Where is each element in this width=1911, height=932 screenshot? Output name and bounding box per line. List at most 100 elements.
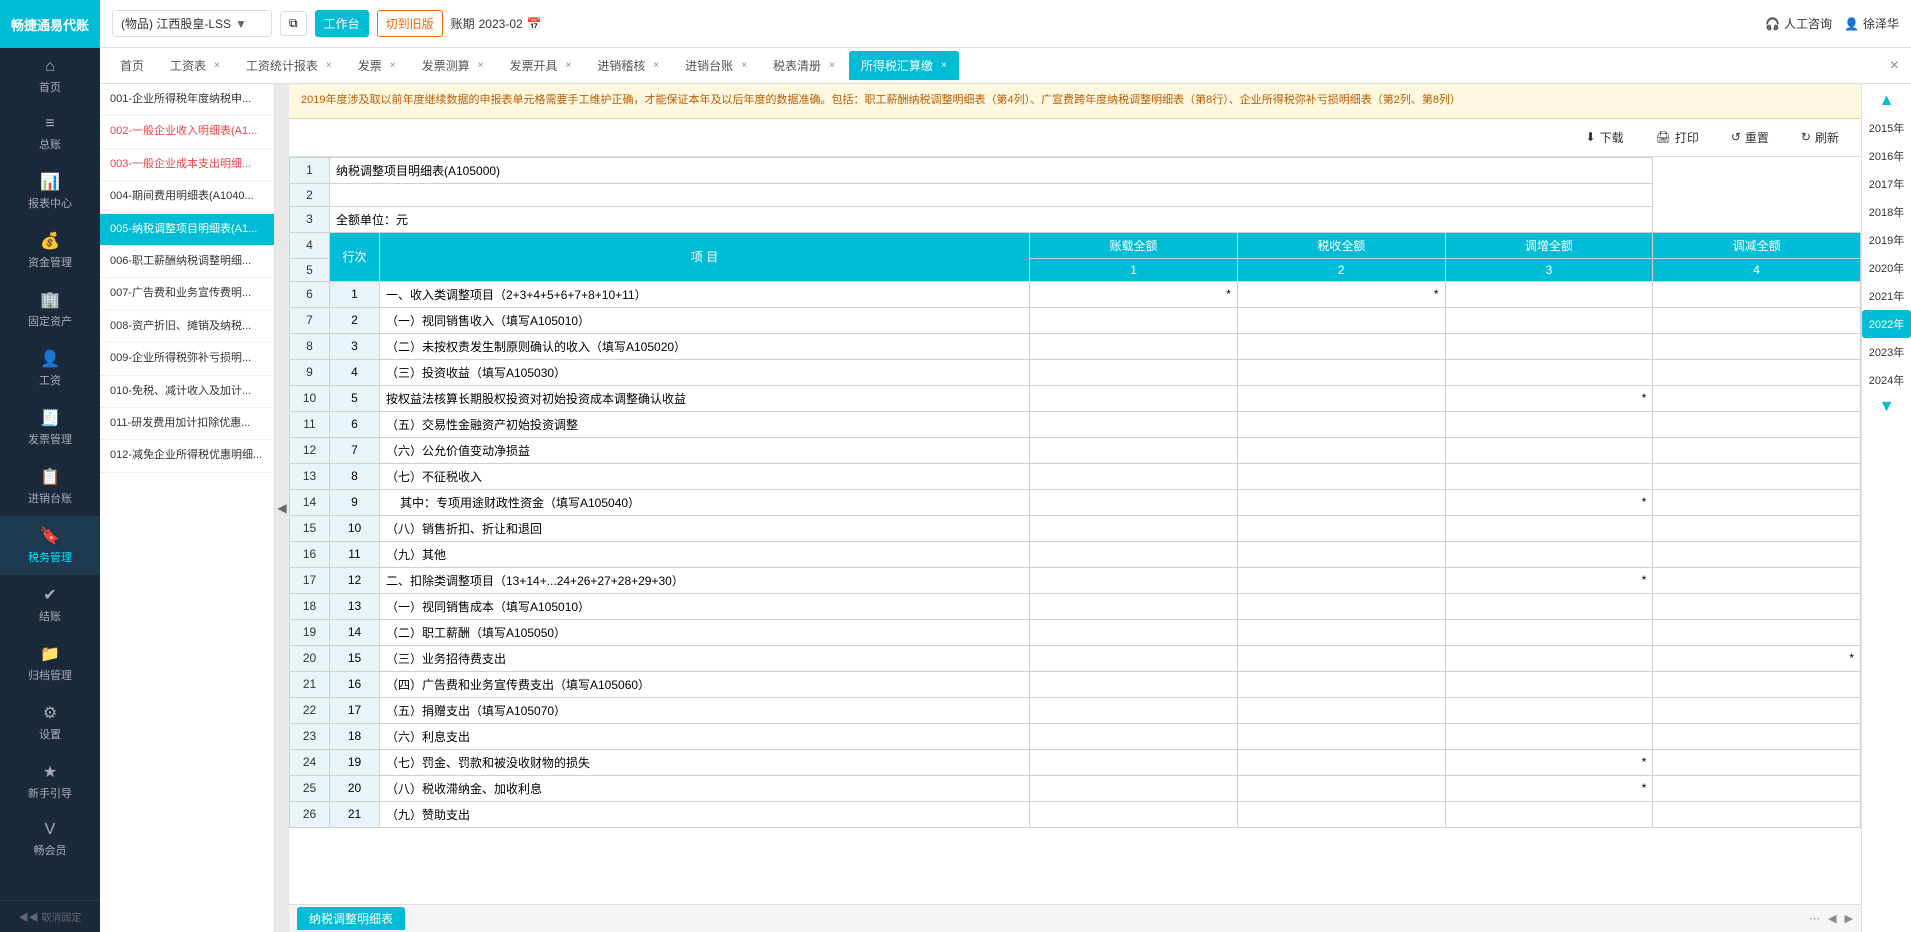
left-panel-item-006[interactable]: 006-职工薪酬纳税调整明细... bbox=[100, 246, 274, 278]
support-btn[interactable]: 🎧 人工咨询 bbox=[1765, 15, 1832, 32]
left-panel-item-010[interactable]: 010-免税、减计收入及加计... bbox=[100, 376, 274, 408]
sidebar-item-new-guide[interactable]: ★ 新手引导 bbox=[0, 752, 100, 811]
workbench-button[interactable]: 工作台 bbox=[315, 10, 369, 37]
sidebar-item-salary[interactable]: 👤 工资 bbox=[0, 339, 100, 398]
tax-icon: 🔖 bbox=[40, 526, 60, 546]
sidebar-item-report[interactable]: 📊 报表中心 bbox=[0, 162, 100, 221]
tab-invoice[interactable]: 发票 × bbox=[346, 51, 408, 80]
left-panel-item-011[interactable]: 011-研发费用加计扣除优惠... bbox=[100, 408, 274, 440]
scroll-left-icon[interactable]: ◀ bbox=[1828, 912, 1836, 925]
refresh-button[interactable]: ↻ 刷新 bbox=[1791, 125, 1849, 150]
sidebar-item-purchase-ledger[interactable]: 📋 进销台账 bbox=[0, 457, 100, 516]
left-panel-item-001[interactable]: 001-企业所得税年度纳税申... bbox=[100, 84, 274, 116]
tab-close-icon[interactable]: × bbox=[653, 60, 659, 71]
header-col-a: 行次 bbox=[330, 232, 380, 281]
close-all-tabs-button[interactable]: × bbox=[1886, 53, 1903, 79]
left-panel-item-008[interactable]: 008-资产折旧、摊销及纳税... bbox=[100, 311, 274, 343]
tab-close-icon[interactable]: × bbox=[326, 60, 332, 71]
topbar-right: 🎧 人工咨询 👤 徐泽华 bbox=[1765, 15, 1899, 32]
sidebar-item-label: 资金管理 bbox=[28, 254, 72, 270]
header-col-f-num: 4 bbox=[1653, 258, 1861, 281]
tab-invoice-issue[interactable]: 发票开具 × bbox=[497, 51, 583, 80]
panel-collapse-button[interactable]: ◀ bbox=[275, 84, 289, 932]
bottom-sheet-tab[interactable]: 纳税调整明细表 bbox=[297, 907, 405, 930]
tab-purchase-audit[interactable]: 进销稽核 × bbox=[585, 51, 671, 80]
sidebar-item-tax-mgmt[interactable]: 🔖 税务管理 bbox=[0, 516, 100, 575]
sidebar-item-close[interactable]: ✔ 结账 bbox=[0, 575, 100, 634]
year-2022[interactable]: 2022年 bbox=[1862, 310, 1911, 338]
sidebar-item-fixed-asset[interactable]: 🏢 固定资产 bbox=[0, 280, 100, 339]
left-panel-item-004[interactable]: 004-期间费用明细表(A1040... bbox=[100, 181, 274, 213]
year-2018[interactable]: 2018年 bbox=[1862, 198, 1911, 226]
table-row: 25 20 （八）税收滞纳金、加收利息 * bbox=[290, 775, 1861, 801]
tab-label: 所得税汇算缴 bbox=[861, 57, 933, 74]
tab-label: 发票测算 bbox=[422, 57, 470, 74]
pin-toggle[interactable]: ◀◀ 取消固定 bbox=[0, 900, 100, 932]
sidebar-item-home[interactable]: ⌂ 首页 bbox=[0, 48, 100, 105]
tab-close-icon[interactable]: × bbox=[214, 60, 220, 71]
year-2016[interactable]: 2016年 bbox=[1862, 142, 1911, 170]
tab-salary-report[interactable]: 工资统计报表 × bbox=[234, 51, 344, 80]
copy-button[interactable]: ⧉ bbox=[280, 11, 307, 36]
table-row: 22 17 （五）捐赠支出（填写A105070） bbox=[290, 697, 1861, 723]
tab-close-icon[interactable]: × bbox=[478, 60, 484, 71]
sidebar-item-archive[interactable]: 📁 归档管理 bbox=[0, 634, 100, 693]
year-2020[interactable]: 2020年 bbox=[1862, 254, 1911, 282]
table-row: 19 14 （二）职工薪酬（填写A105050） bbox=[290, 619, 1861, 645]
topbar: (物品) 江西股皇-LSS ▼ ⧉ 工作台 切到旧版 账期 2023-02 📅 … bbox=[100, 0, 1911, 48]
tab-close-icon[interactable]: × bbox=[390, 60, 396, 71]
sidebar-item-invoice-mgmt[interactable]: 🧾 发票管理 bbox=[0, 398, 100, 457]
year-2021[interactable]: 2021年 bbox=[1862, 282, 1911, 310]
left-panel: 001-企业所得税年度纳税申... 002-一般企业收入明细表(A1... 00… bbox=[100, 84, 275, 932]
notice-bar: 2019年度涉及取以前年度继续数据的申报表单元格需要手工维护正确，才能保证本年及… bbox=[289, 84, 1861, 119]
calendar-icon[interactable]: 📅 bbox=[527, 17, 542, 31]
refresh-icon: ↻ bbox=[1801, 130, 1811, 144]
reset-button[interactable]: ↺ 重置 bbox=[1721, 125, 1779, 150]
year-2023[interactable]: 2023年 bbox=[1862, 338, 1911, 366]
left-panel-item-009[interactable]: 009-企业所得税弥补亏损明... bbox=[100, 343, 274, 375]
tab-income-tax[interactable]: 所得税汇算缴 × bbox=[849, 51, 959, 80]
year-2019[interactable]: 2019年 bbox=[1862, 226, 1911, 254]
year-2024[interactable]: 2024年 bbox=[1862, 366, 1911, 394]
tab-tax-table[interactable]: 税表清册 × bbox=[761, 51, 847, 80]
scroll-right-icon[interactable]: ▶ bbox=[1845, 912, 1853, 925]
tab-close-icon[interactable]: × bbox=[829, 60, 835, 71]
year-scroll-up-button[interactable]: ▲ bbox=[1875, 88, 1899, 114]
sidebar-item-ledger[interactable]: ≡ 总账 bbox=[0, 105, 100, 162]
download-button[interactable]: ⬇ 下载 bbox=[1576, 125, 1634, 150]
user-info[interactable]: 👤 徐泽华 bbox=[1844, 15, 1899, 32]
switch-old-button[interactable]: 切到旧版 bbox=[377, 10, 443, 37]
tab-salary[interactable]: 工资表 × bbox=[158, 51, 232, 80]
sidebar-item-settings[interactable]: ⚙ 设置 bbox=[0, 693, 100, 752]
tab-home[interactable]: 首页 bbox=[108, 51, 156, 80]
year-2017[interactable]: 2017年 bbox=[1862, 170, 1911, 198]
main-table: 1 纳税调整项目明细表(A105000) 2 3 全额单位：元 bbox=[289, 157, 1861, 828]
invoice-mgmt-icon: 🧾 bbox=[40, 408, 60, 428]
left-panel-item-003[interactable]: 003-一般企业成本支出明细... bbox=[100, 149, 274, 181]
year-2015[interactable]: 2015年 bbox=[1862, 114, 1911, 142]
print-button[interactable]: 🖨 打印 bbox=[1646, 125, 1709, 150]
sidebar-item-vip[interactable]: V 畅会员 bbox=[0, 811, 100, 868]
sidebar-item-asset-mgmt[interactable]: 💰 资金管理 bbox=[0, 221, 100, 280]
year-scroll-down-button[interactable]: ▼ bbox=[1875, 394, 1899, 420]
close-books-icon: ✔ bbox=[43, 585, 56, 605]
sidebar-item-label: 结账 bbox=[39, 608, 61, 624]
tab-purchase-ledger[interactable]: 进销台账 × bbox=[673, 51, 759, 80]
sidebar-item-label: 进销台账 bbox=[28, 490, 72, 506]
tab-close-icon[interactable]: × bbox=[565, 60, 571, 71]
left-panel-item-012[interactable]: 012-减免企业所得税优惠明细... bbox=[100, 440, 274, 472]
guide-icon: ★ bbox=[43, 762, 57, 782]
data-table-wrap[interactable]: 1 纳税调整项目明细表(A105000) 2 3 全额单位：元 bbox=[289, 157, 1861, 904]
tab-close-icon[interactable]: × bbox=[741, 60, 747, 71]
table-row: 26 21 （九）赞助支出 bbox=[290, 801, 1861, 827]
company-selector[interactable]: (物品) 江西股皇-LSS ▼ bbox=[112, 10, 272, 37]
left-panel-item-007[interactable]: 007-广告费和业务宣传费明... bbox=[100, 278, 274, 310]
sidebar-item-label: 首页 bbox=[39, 79, 61, 95]
fixed-asset-icon: 🏢 bbox=[40, 290, 60, 310]
sidebar-item-label: 税务管理 bbox=[28, 549, 72, 565]
left-panel-item-002[interactable]: 002-一般企业收入明细表(A1... bbox=[100, 116, 274, 148]
tab-invoice-calc[interactable]: 发票测算 × bbox=[410, 51, 496, 80]
tab-close-icon[interactable]: × bbox=[941, 60, 947, 71]
tab-label: 工资统计报表 bbox=[246, 57, 318, 74]
left-panel-item-005[interactable]: 005-纳税调整项目明细表(A1... bbox=[100, 214, 274, 246]
